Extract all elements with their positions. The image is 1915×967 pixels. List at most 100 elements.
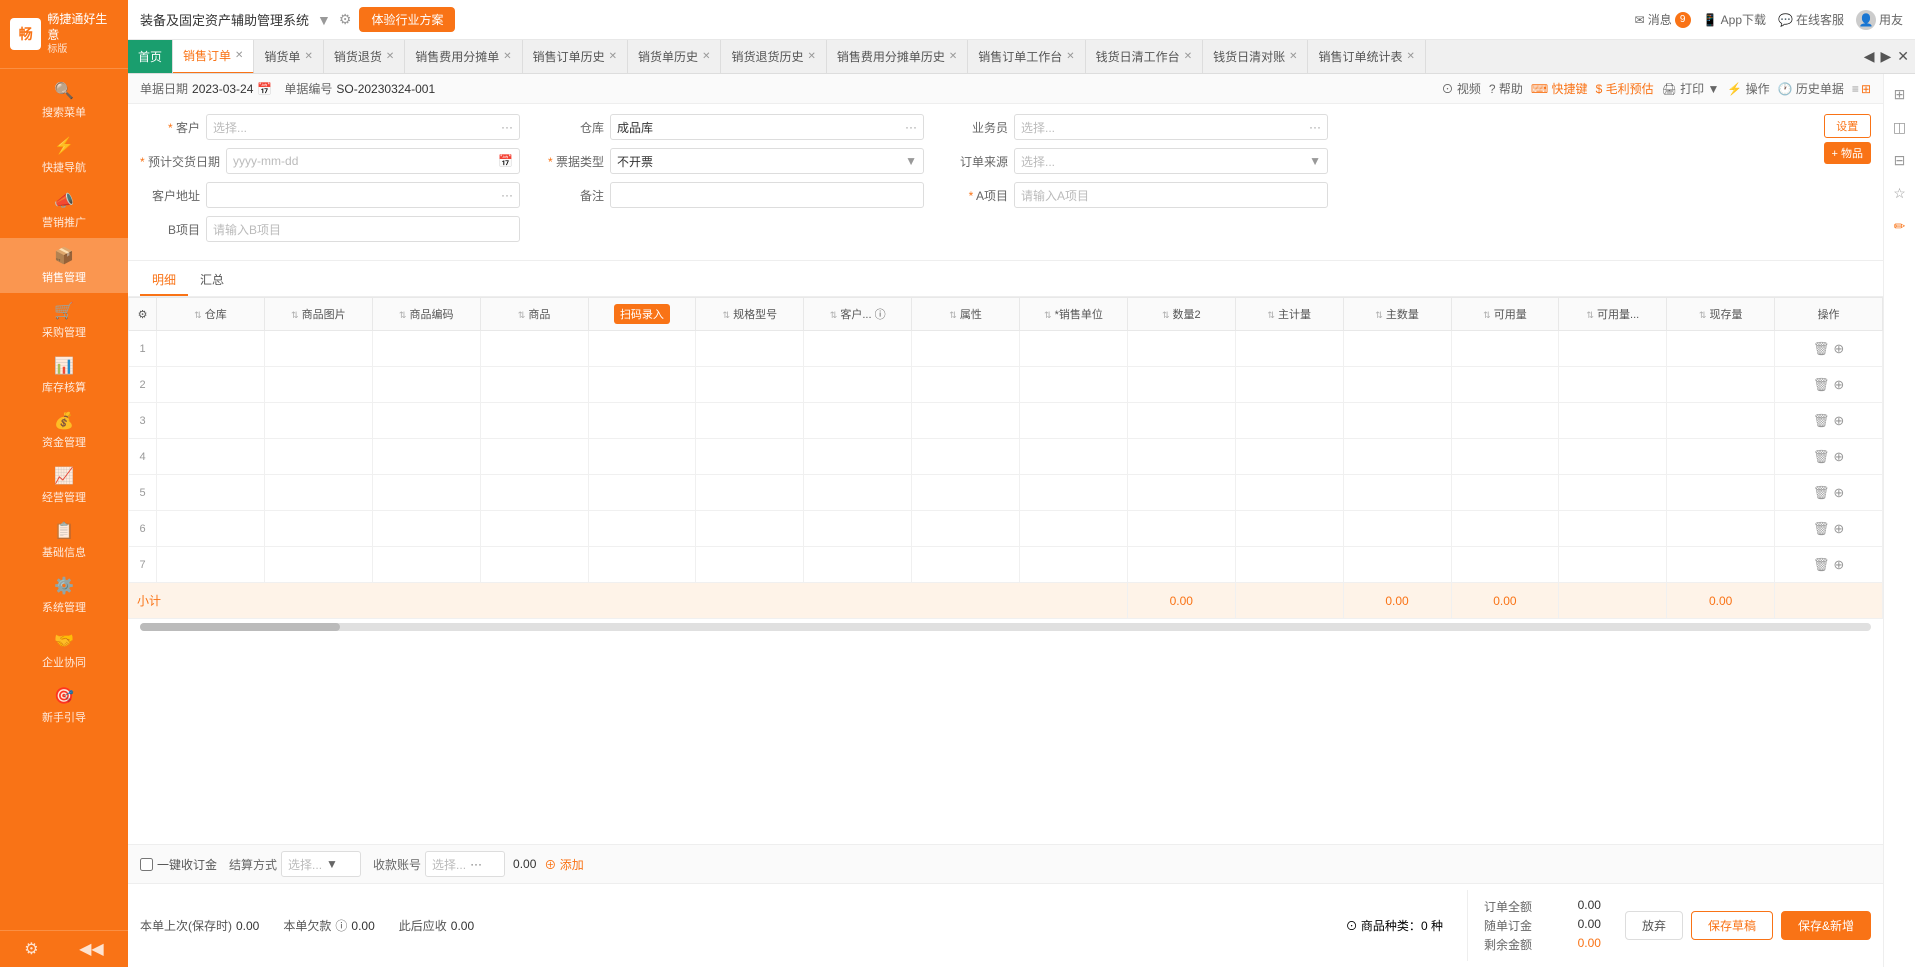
tab-return-history[interactable]: 销货退货历史 ✕ — [721, 40, 826, 74]
one-click-checkbox-input[interactable] — [140, 858, 153, 871]
col-warehouse[interactable]: ⇅ 仓库 — [157, 298, 265, 331]
layout-grid-icon[interactable]: ⊞ — [1861, 82, 1871, 96]
receipt-account-select[interactable]: 选择... ··· — [425, 851, 505, 877]
tab-expense-history[interactable]: 销售费用分摊单历史 ✕ — [827, 40, 968, 74]
row-1-current[interactable] — [1667, 331, 1775, 367]
operation-action[interactable]: ⚡ 操作 — [1727, 80, 1769, 97]
tab-order-workbench[interactable]: 销售订单工作台 ✕ — [968, 40, 1085, 74]
tab-sales-order[interactable]: 销售订单 ✕ — [173, 40, 254, 74]
tab-sales-stats[interactable]: 销售订单统计表 ✕ — [1308, 40, 1425, 74]
discard-button[interactable]: 放弃 — [1625, 911, 1683, 940]
row-1-main-qty[interactable] — [1343, 331, 1451, 367]
topbar-app-download[interactable]: 📱 App下载 — [1703, 11, 1766, 28]
tab-order-workbench-close[interactable]: ✕ — [1066, 51, 1074, 62]
save-draft-button[interactable]: 保存草稿 — [1691, 911, 1773, 940]
tab-sales-stats-close[interactable]: ✕ — [1407, 51, 1415, 62]
scrollbar-track[interactable] — [140, 623, 1871, 631]
row-1-available2[interactable] — [1559, 331, 1667, 367]
sidebar-item-system[interactable]: ⚙️ 系统管理 — [0, 568, 128, 623]
delivery-date-input[interactable]: yyyy-mm-dd 📅 — [226, 148, 520, 174]
tab-sales-order-close[interactable]: ✕ — [235, 50, 243, 61]
payment-method-select[interactable]: 选择... ▼ — [281, 851, 361, 877]
add-receipt-button[interactable]: ⊕ 添加 — [544, 856, 583, 873]
solution-button[interactable]: 体验行业方案 — [359, 7, 455, 32]
tab-sales-expense[interactable]: 销售费用分摊单 ✕ — [405, 40, 522, 74]
sidebar-item-management[interactable]: 📈 经营管理 — [0, 458, 128, 513]
row-5-delete-icon[interactable]: 🗑 — [1813, 485, 1830, 501]
tabbar-prev-icon[interactable]: ◀ — [1862, 46, 1877, 67]
col-settings[interactable]: ⚙ — [129, 298, 157, 331]
row-1-image[interactable] — [264, 331, 372, 367]
col-available[interactable]: ⇅ 可用量 — [1451, 298, 1559, 331]
sidebar-item-collab[interactable]: 🤝 企业协同 — [0, 623, 128, 678]
row-2-copy-icon[interactable]: ⊕ — [1833, 377, 1844, 393]
topbar-settings-icon[interactable]: ▼ — [317, 12, 331, 28]
salesperson-dots-icon[interactable]: ··· — [1309, 120, 1321, 134]
sidebar-settings-icon[interactable]: ⚙ — [24, 939, 38, 959]
one-click-checkout-checkbox[interactable]: 一键收订金 — [140, 856, 217, 873]
row-1-copy-icon[interactable]: ⊕ — [1833, 341, 1844, 357]
row-1-qty2[interactable] — [1127, 331, 1235, 367]
shortcut-action[interactable]: ⌨ 快捷键 — [1531, 80, 1588, 97]
row-2-goods[interactable] — [480, 367, 588, 403]
col-qty2[interactable]: ⇅ 数量2 — [1127, 298, 1235, 331]
col-scan[interactable]: 扫码录入 — [588, 298, 696, 331]
tab-sales-order-history[interactable]: 销售订单历史 ✕ — [523, 40, 628, 74]
row-6-copy-icon[interactable]: ⊕ — [1833, 521, 1844, 537]
row-1-main-unit[interactable] — [1235, 331, 1343, 367]
sidebar-collapse-icon[interactable]: ◀◀ — [79, 939, 104, 959]
col-unit[interactable]: ⇅ *销售单位 — [1020, 298, 1128, 331]
col-spec[interactable]: ⇅ 规格型号 — [696, 298, 804, 331]
tab-sales-return-close[interactable]: ✕ — [386, 51, 394, 62]
scan-button[interactable]: 扫码录入 — [614, 304, 670, 324]
sidebar-item-basic[interactable]: 📋 基础信息 — [0, 513, 128, 568]
tab-sales-expense-close[interactable]: ✕ — [503, 51, 511, 62]
row-1-unit[interactable] — [1020, 331, 1128, 367]
tab-sales-goods[interactable]: 销货单 ✕ — [254, 40, 323, 74]
address-input[interactable]: ··· — [206, 182, 520, 208]
col-main-unit[interactable]: ⇅ 主计量 — [1235, 298, 1343, 331]
sidebar-item-sales[interactable]: 📦 销售管理 — [0, 238, 128, 293]
row-1-code[interactable] — [372, 331, 480, 367]
row-4-delete-icon[interactable]: 🗑 — [1813, 449, 1830, 465]
row-5-copy-icon[interactable]: ⊕ — [1833, 485, 1844, 501]
b-project-input[interactable]: 请输入B项目 — [206, 216, 520, 242]
salesperson-input[interactable]: 选择... ··· — [1014, 114, 1328, 140]
tabbar-close-icon[interactable]: ✕ — [1895, 46, 1911, 67]
right-panel-icon-1[interactable]: ⊞ — [1890, 82, 1910, 107]
row-1-warehouse[interactable] — [157, 331, 265, 367]
delivery-calendar-icon[interactable]: 📅 — [498, 154, 513, 168]
row-1-customer-code[interactable] — [804, 331, 912, 367]
topbar-gear-icon[interactable]: ⚙ — [339, 11, 352, 28]
calendar-icon[interactable]: 📅 — [257, 82, 272, 96]
tab-daily-workbench[interactable]: 钱货日清工作台 ✕ — [1086, 40, 1203, 74]
col-current[interactable]: ⇅ 现存量 — [1667, 298, 1775, 331]
right-panel-icon-3[interactable]: ⊟ — [1890, 148, 1910, 173]
row-1-delete-icon[interactable]: 🗑 — [1813, 341, 1830, 357]
col-main-qty[interactable]: ⇅ 主数量 — [1343, 298, 1451, 331]
warehouse-dots-icon[interactable]: ··· — [905, 120, 917, 134]
customer-dots-icon[interactable]: ··· — [501, 120, 513, 134]
view-action[interactable]: ⊙ 视频 — [1442, 80, 1481, 97]
tab-daily-reconcile[interactable]: 钱货日清对账 ✕ — [1203, 40, 1308, 74]
row-2-image[interactable] — [264, 367, 372, 403]
help-action[interactable]: ? 帮助 — [1489, 80, 1523, 97]
tab-return-history-close[interactable]: ✕ — [807, 51, 815, 62]
row-4-copy-icon[interactable]: ⊕ — [1833, 449, 1844, 465]
tab-sales-goods-close[interactable]: ✕ — [304, 51, 312, 62]
row-3-copy-icon[interactable]: ⊕ — [1833, 413, 1844, 429]
tab-summary[interactable]: 汇总 — [188, 265, 236, 296]
receipt-account-dots[interactable]: ··· — [470, 857, 482, 871]
topbar-online-service[interactable]: 💬 在线客服 — [1778, 11, 1844, 28]
col-attribute[interactable]: ⇅ 属性 — [912, 298, 1020, 331]
layout-list-icon[interactable]: ≡ — [1852, 82, 1859, 96]
tab-detail[interactable]: 明细 — [140, 265, 188, 296]
sidebar-item-inventory[interactable]: 📊 库存核算 — [0, 348, 128, 403]
address-dots-icon[interactable]: ··· — [501, 188, 513, 202]
row-2-warehouse[interactable] — [157, 367, 265, 403]
right-panel-icon-4[interactable]: ☆ — [1889, 181, 1910, 206]
topbar-user[interactable]: 👤 用友 — [1856, 10, 1903, 30]
sidebar-item-finance[interactable]: 💰 资金管理 — [0, 403, 128, 458]
save-new-button[interactable]: 保存&新增 — [1781, 911, 1871, 940]
row-1-available[interactable] — [1451, 331, 1559, 367]
